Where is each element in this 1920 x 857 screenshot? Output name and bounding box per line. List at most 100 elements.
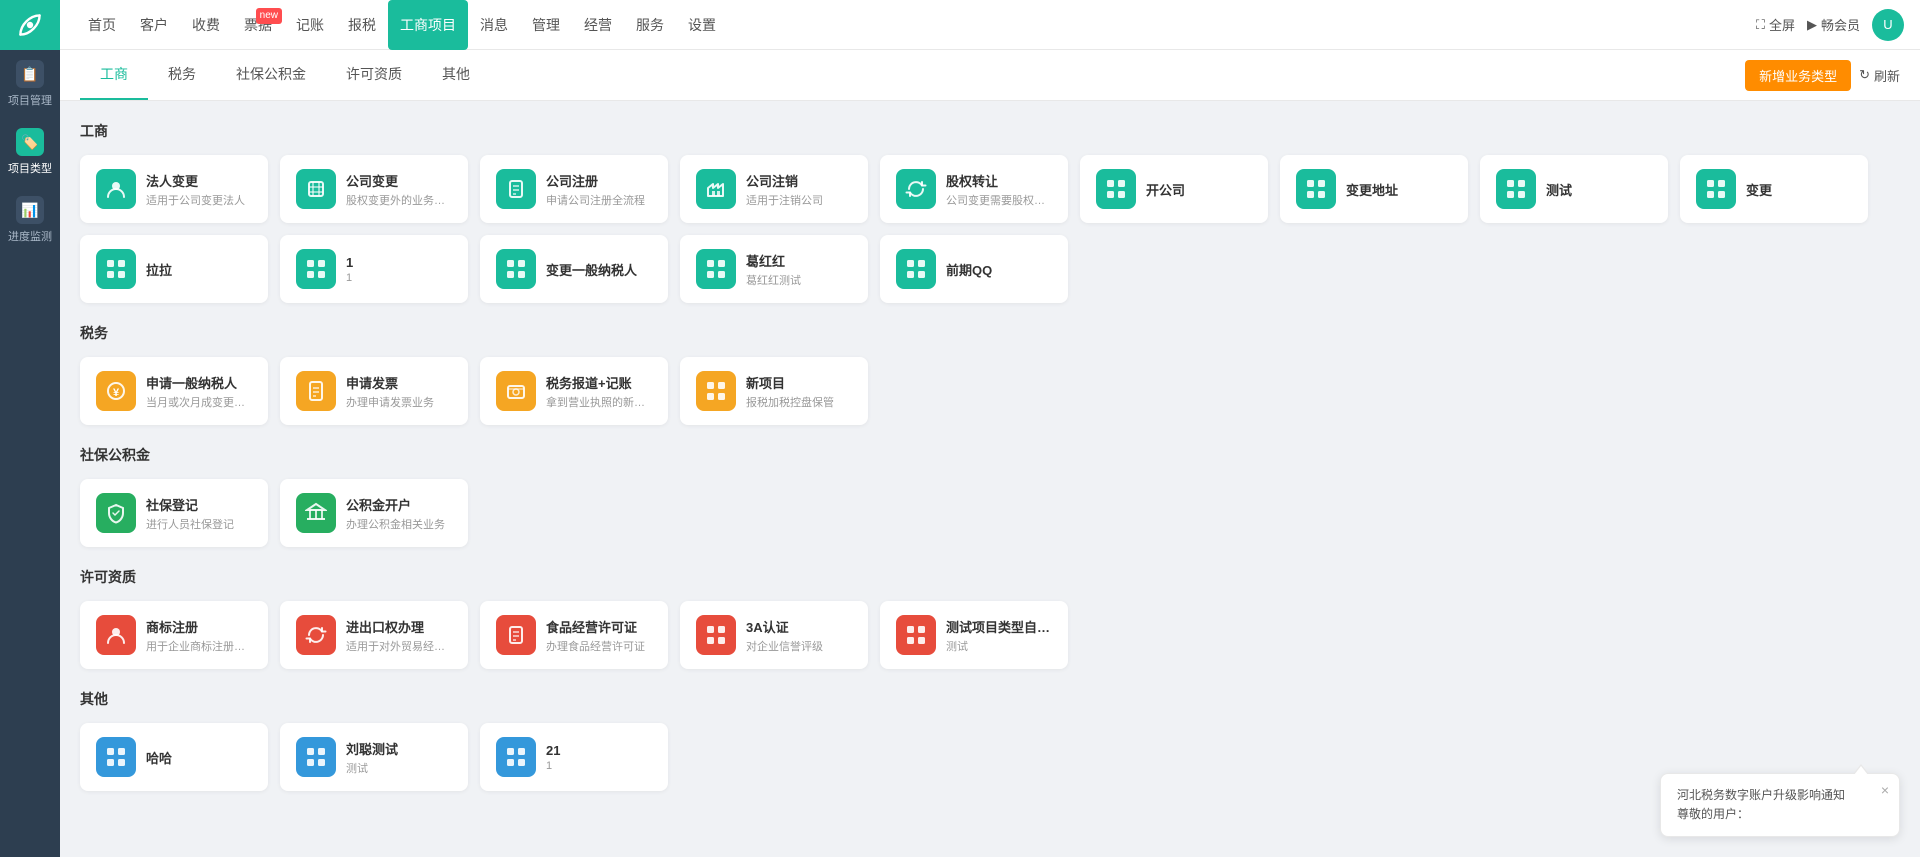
nav-industry[interactable]: 工商项目 bbox=[388, 0, 468, 50]
sidebar-item-project-manage[interactable]: 📋 项目管理 bbox=[0, 50, 60, 118]
add-type-button[interactable]: 新增业务类型 bbox=[1745, 60, 1851, 91]
refresh-button[interactable]: ↻ 刷新 bbox=[1859, 66, 1900, 85]
card-0-1[interactable]: 公司变更股权变更外的业务变更 bbox=[280, 155, 468, 223]
card-0-3[interactable]: 公司注销适用于注销公司 bbox=[680, 155, 868, 223]
card-1-3[interactable]: 新项目报税加税控盘保管 bbox=[680, 357, 868, 425]
card-text-0-13: 前期QQ bbox=[946, 260, 1052, 279]
tab-other[interactable]: 其他 bbox=[422, 50, 490, 100]
card-0-9[interactable]: 拉拉 bbox=[80, 235, 268, 303]
member-button[interactable]: ▶ 畅会员 bbox=[1807, 15, 1860, 34]
card-icon-0-0 bbox=[96, 169, 136, 209]
card-text-0-11: 变更一般纳税人 bbox=[546, 260, 652, 279]
member-icon: ▶ bbox=[1807, 17, 1817, 33]
card-4-1[interactable]: 刘聪测试测试 bbox=[280, 723, 468, 791]
tab-tax[interactable]: 税务 bbox=[148, 50, 216, 100]
avatar[interactable]: U bbox=[1872, 9, 1904, 41]
card-2-1[interactable]: 公积金开户办理公积金相关业务 bbox=[280, 479, 468, 547]
card-3-0[interactable]: 商标注册用于企业商标注册服务 bbox=[80, 601, 268, 669]
card-2-0[interactable]: 社保登记进行人员社保登记 bbox=[80, 479, 268, 547]
card-0-7[interactable]: 测试 bbox=[1480, 155, 1668, 223]
card-title: 拉拉 bbox=[146, 260, 252, 279]
card-text-3-0: 商标注册用于企业商标注册服务 bbox=[146, 617, 252, 654]
card-3-1[interactable]: 进出口权办理适用于对外贸易经营者 bbox=[280, 601, 468, 669]
card-0-12[interactable]: 葛红红葛红红测试 bbox=[680, 235, 868, 303]
card-1-2[interactable]: 税务报道+记账拿到营业执照的新公司 bbox=[480, 357, 668, 425]
card-title: 变更 bbox=[1746, 180, 1852, 199]
card-text-4-0: 哈哈 bbox=[146, 748, 252, 767]
card-text-2-0: 社保登记进行人员社保登记 bbox=[146, 495, 252, 532]
fullscreen-icon: ⛶ bbox=[1756, 17, 1765, 33]
nav-fee[interactable]: 收费 bbox=[180, 0, 232, 50]
card-desc: 适用于公司变更法人 bbox=[146, 192, 252, 208]
tab-bar: 工商 税务 社保公积金 许可资质 其他 新增业务类型 ↻ 刷新 bbox=[60, 50, 1920, 101]
card-text-0-3: 公司注销适用于注销公司 bbox=[746, 171, 852, 208]
card-0-13[interactable]: 前期QQ bbox=[880, 235, 1068, 303]
tab-social-insurance[interactable]: 社保公积金 bbox=[216, 50, 326, 100]
card-text-0-5: 开公司 bbox=[1146, 180, 1252, 199]
card-desc: 用于企业商标注册服务 bbox=[146, 638, 252, 654]
cards-grid-0: 法人变更适用于公司变更法人 公司变更股权变更外的业务变更 公司注册申请公司注册全… bbox=[80, 155, 1900, 303]
notification-text: 河北税务数字账户升级影响通知尊敬的用户： bbox=[1677, 786, 1883, 824]
card-title: 变更一般纳税人 bbox=[546, 260, 652, 279]
card-0-6[interactable]: 变更地址 bbox=[1280, 155, 1468, 223]
card-icon-3-3 bbox=[696, 615, 736, 655]
card-4-0[interactable]: 哈哈 bbox=[80, 723, 268, 791]
section-title-0: 工商 bbox=[80, 121, 1900, 141]
progress-icon: 📊 bbox=[16, 196, 44, 224]
card-1-0[interactable]: ¥ 申请一般纳税人当月或次月成变更完成 bbox=[80, 357, 268, 425]
sidebar-item-progress[interactable]: 📊 进度监测 bbox=[0, 186, 60, 254]
tab-actions: 新增业务类型 ↻ 刷新 bbox=[1745, 60, 1900, 91]
card-text-3-4: 测试项目类型自定义测试 bbox=[946, 617, 1052, 654]
card-0-10[interactable]: 11 bbox=[280, 235, 468, 303]
nav-message[interactable]: 消息 bbox=[468, 0, 520, 50]
section-title-3: 许可资质 bbox=[80, 567, 1900, 587]
card-3-2[interactable]: 食品经营许可证办理食品经营许可证 bbox=[480, 601, 668, 669]
section-title-1: 税务 bbox=[80, 323, 1900, 343]
card-0-11[interactable]: 变更一般纳税人 bbox=[480, 235, 668, 303]
card-icon-0-4 bbox=[896, 169, 936, 209]
card-icon-1-3 bbox=[696, 371, 736, 411]
card-desc: 1 bbox=[546, 760, 652, 772]
card-title: 公司注销 bbox=[746, 171, 852, 190]
card-title: 开公司 bbox=[1146, 180, 1252, 199]
card-title: 申请一般纳税人 bbox=[146, 373, 252, 392]
card-1-1[interactable]: 申请发票办理申请发票业务 bbox=[280, 357, 468, 425]
card-title: 测试项目类型自定义 bbox=[946, 617, 1052, 636]
card-0-2[interactable]: 公司注册申请公司注册全流程 bbox=[480, 155, 668, 223]
card-4-2[interactable]: 211 bbox=[480, 723, 668, 791]
fullscreen-button[interactable]: ⛶ 全屏 bbox=[1756, 15, 1795, 34]
card-icon-0-1 bbox=[296, 169, 336, 209]
nav-bookkeeping[interactable]: 记账 bbox=[284, 0, 336, 50]
card-text-2-1: 公积金开户办理公积金相关业务 bbox=[346, 495, 452, 532]
nav-manage[interactable]: 管理 bbox=[520, 0, 572, 50]
card-0-4[interactable]: 股权转让公司变更需要股权转让 bbox=[880, 155, 1068, 223]
nav-ticket[interactable]: 票据 new bbox=[232, 0, 284, 50]
sidebar-item-project-type[interactable]: 🏷️ 项目类型 bbox=[0, 118, 60, 186]
tab-license[interactable]: 许可资质 bbox=[326, 50, 422, 100]
new-badge: new bbox=[256, 8, 282, 24]
card-icon-3-1 bbox=[296, 615, 336, 655]
card-text-1-2: 税务报道+记账拿到营业执照的新公司 bbox=[546, 373, 652, 410]
notification-bubble: × 河北税务数字账户升级影响通知尊敬的用户： bbox=[1660, 773, 1900, 837]
topnav-right: ⛶ 全屏 ▶ 畅会员 U bbox=[1756, 9, 1904, 41]
main-content: 工商 法人变更适用于公司变更法人 公司变更股权变更外的业务变更 公司注册申请公司… bbox=[60, 101, 1920, 857]
nav-service[interactable]: 服务 bbox=[624, 0, 676, 50]
card-0-8[interactable]: 变更 bbox=[1680, 155, 1868, 223]
nav-operation[interactable]: 经营 bbox=[572, 0, 624, 50]
nav-settings[interactable]: 设置 bbox=[676, 0, 728, 50]
tab-industry[interactable]: 工商 bbox=[80, 50, 148, 100]
sidebar-logo[interactable] bbox=[0, 0, 60, 50]
card-text-0-1: 公司变更股权变更外的业务变更 bbox=[346, 171, 452, 208]
nav-home[interactable]: 首页 bbox=[76, 0, 128, 50]
notification-close-button[interactable]: × bbox=[1881, 782, 1889, 798]
card-icon-2-0 bbox=[96, 493, 136, 533]
card-title: 21 bbox=[546, 743, 652, 758]
card-0-5[interactable]: 开公司 bbox=[1080, 155, 1268, 223]
card-title: 前期QQ bbox=[946, 260, 1052, 279]
nav-client[interactable]: 客户 bbox=[128, 0, 180, 50]
section-0: 工商 法人变更适用于公司变更法人 公司变更股权变更外的业务变更 公司注册申请公司… bbox=[80, 121, 1900, 303]
card-0-0[interactable]: 法人变更适用于公司变更法人 bbox=[80, 155, 268, 223]
card-3-3[interactable]: 3A认证对企业信誉评级 bbox=[680, 601, 868, 669]
card-3-4[interactable]: 测试项目类型自定义测试 bbox=[880, 601, 1068, 669]
nav-tax[interactable]: 报税 bbox=[336, 0, 388, 50]
